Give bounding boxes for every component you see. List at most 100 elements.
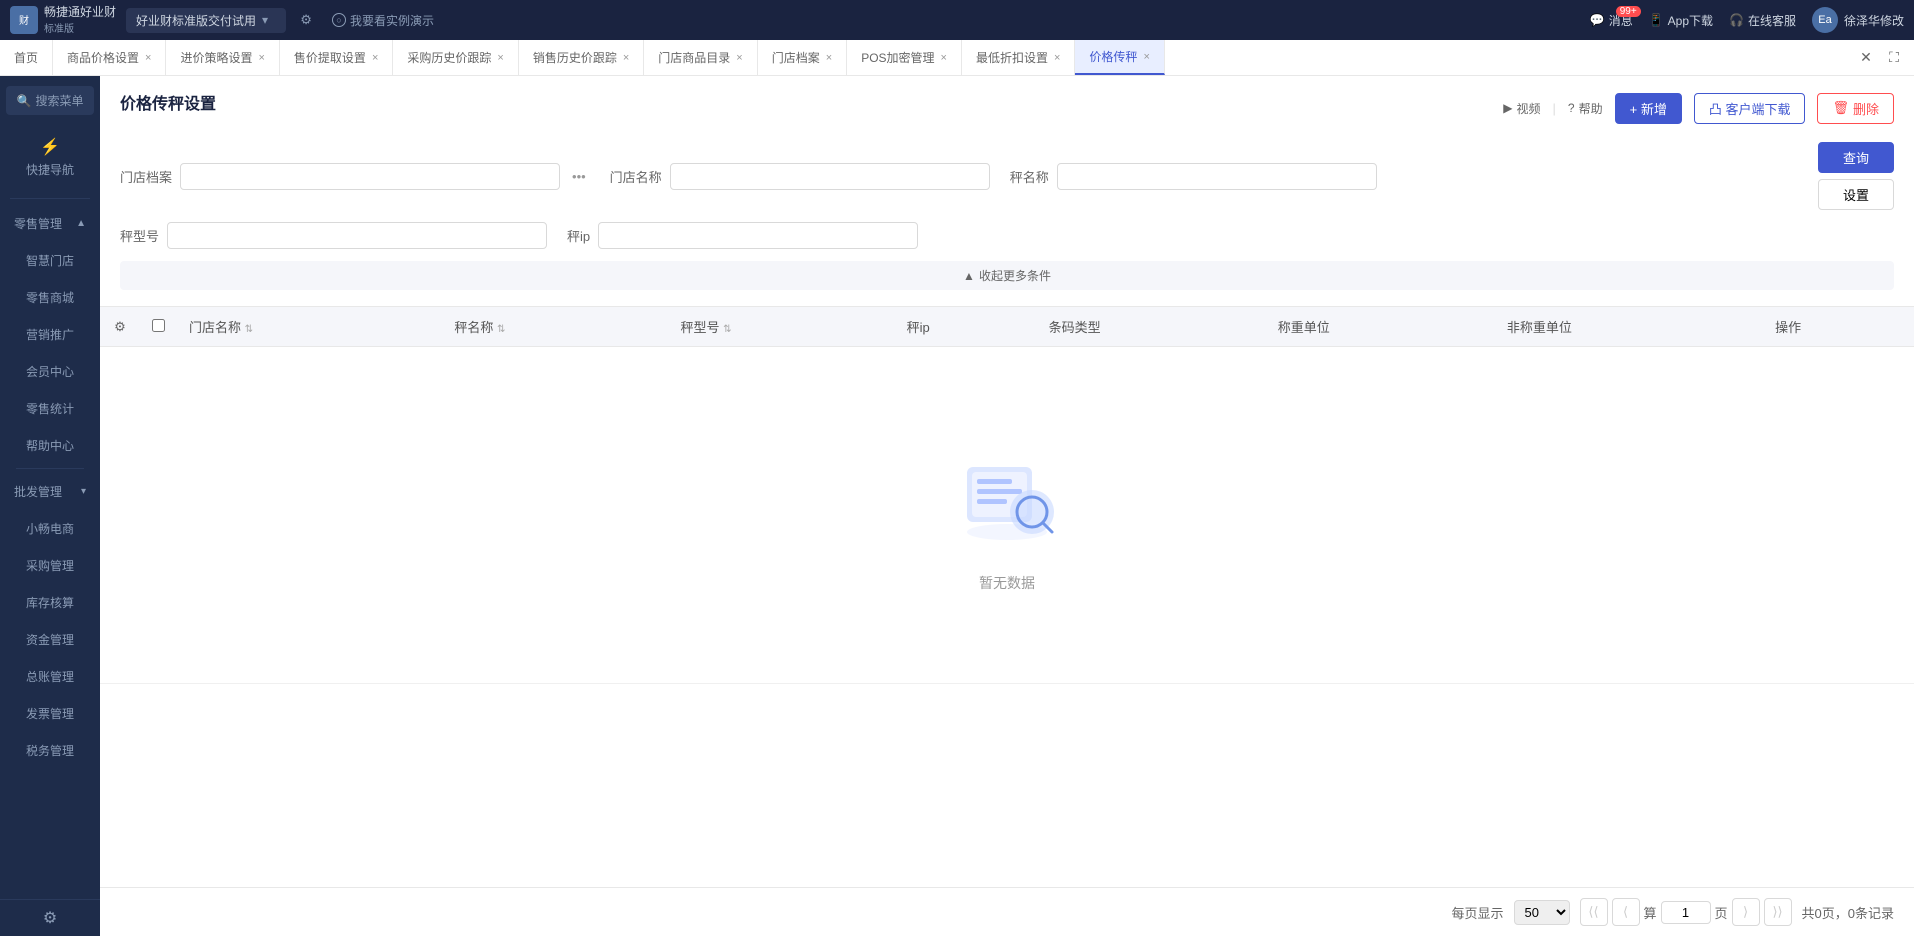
add-button[interactable]: + 新增: [1615, 93, 1682, 124]
tab-sales-history[interactable]: 销售历史价跟踪 ×: [519, 40, 644, 75]
page-nav: ⟨⟨ ⟨ 算 页 ⟩ ⟩⟩: [1580, 898, 1792, 926]
tab-store-catalog[interactable]: 门店商品目录 ×: [644, 40, 757, 75]
filter-scale-ip-input[interactable]: [598, 222, 918, 249]
sidebar-item-xiaochangec[interactable]: 小畅电商: [6, 510, 94, 547]
filter-scale-model-input[interactable]: [167, 222, 547, 249]
sidebar-item-member[interactable]: 会员中心: [6, 353, 94, 390]
filter-store-name-label: 门店名称: [610, 167, 662, 186]
tab-sales-history-close-icon[interactable]: ×: [623, 52, 629, 64]
column-settings-icon[interactable]: ⚙: [114, 319, 126, 334]
sidebar-item-help-label: 帮助中心: [26, 437, 74, 454]
total-text: 共0页，0条记录: [1802, 903, 1894, 922]
sidebar-item-help[interactable]: 帮助中心: [6, 427, 94, 464]
page-header-section: 价格传秤设置 ▶ 视频 | ? 帮助 + 新增 凸 客户端下载: [100, 76, 1914, 307]
page-prev-button[interactable]: ⟨: [1612, 898, 1640, 926]
online-service-button[interactable]: 🎧 在线客服: [1729, 12, 1796, 29]
tab-purchase-history-close-icon[interactable]: ×: [497, 52, 503, 64]
sort-icon[interactable]: ⇅: [723, 324, 731, 335]
main-layout: 🔍 搜索菜单 ⚡ 快捷导航 零售管理 ▲ 智慧门店 零售商城 营销推广: [0, 76, 1914, 936]
sidebar-item-finance[interactable]: 资金管理: [6, 621, 94, 658]
demo-button[interactable]: ○ 我要看实例演示: [332, 12, 434, 29]
filter-scale-name-input[interactable]: [1057, 163, 1377, 190]
delete-button[interactable]: 🗑 删除: [1817, 93, 1894, 124]
settings-action-button[interactable]: 设置: [1818, 179, 1894, 210]
logo-text-group: 畅捷通好业财 标准版: [44, 5, 116, 34]
sidebar-search-area: 🔍 搜索菜单: [0, 76, 100, 121]
sidebar-item-inventory-label: 库存核算: [26, 594, 74, 611]
sidebar-item-inventory[interactable]: 库存核算: [6, 584, 94, 621]
sidebar-item-smart-store[interactable]: 智慧门店: [6, 242, 94, 279]
tab-pos-encryption-close-icon[interactable]: ×: [941, 52, 947, 64]
filter-store-file-dots-icon[interactable]: •••: [568, 169, 590, 184]
tab-price-settings-close-icon[interactable]: ×: [145, 52, 151, 64]
sidebar-item-marketing[interactable]: 营销推广: [6, 316, 94, 353]
sidebar-item-invoice[interactable]: 发票管理: [6, 695, 94, 732]
tab-store-profile-close-icon[interactable]: ×: [826, 52, 832, 64]
sidebar-item-ecommerce[interactable]: 零售商城: [6, 279, 94, 316]
select-all-checkbox[interactable]: [152, 319, 165, 332]
message-icon: 💬: [1590, 13, 1605, 27]
sidebar-settings-icon[interactable]: ⚙: [43, 908, 57, 928]
page-last-button[interactable]: ⟩⟩: [1764, 898, 1792, 926]
filter-store-file-input[interactable]: [180, 163, 560, 190]
filter-scale-name-label: 秤名称: [1010, 167, 1049, 186]
search-menu-button[interactable]: 🔍 搜索菜单: [6, 86, 94, 115]
tab-sale-price[interactable]: 售价提取设置 ×: [280, 40, 393, 75]
tab-price-settings[interactable]: 商品价格设置 ×: [53, 40, 166, 75]
page-first-button[interactable]: ⟨⟨: [1580, 898, 1608, 926]
tab-price-scale-close-icon[interactable]: ×: [1143, 51, 1149, 63]
video-button[interactable]: ▶ 视频: [1503, 100, 1540, 117]
tab-cost-strategy-close-icon[interactable]: ×: [258, 52, 264, 64]
tab-store-profile[interactable]: 门店档案 ×: [758, 40, 847, 75]
table-header: ⚙ 门店名称 ⇅ 秤名称 ⇅ 秤型号 ⇅: [100, 307, 1914, 347]
empty-state-row: 暂无数据: [100, 347, 1914, 684]
sidebar-item-ledger[interactable]: 总账管理: [6, 658, 94, 695]
table-col-checkbox[interactable]: [140, 307, 177, 347]
user-area[interactable]: Ea 徐泽华修改: [1812, 7, 1904, 33]
query-button[interactable]: 查询: [1818, 142, 1894, 173]
app-download-button[interactable]: 📱 App下载: [1649, 12, 1713, 29]
tab-purchase-history[interactable]: 采购历史价跟踪 ×: [393, 40, 518, 75]
tab-expand-icon[interactable]: ⛶: [1882, 46, 1906, 70]
filter-store-name-input[interactable]: [670, 163, 990, 190]
sort-icon[interactable]: ⇅: [245, 324, 253, 335]
page-actions: ▶ 视频 | ? 帮助 + 新增 凸 客户端下载 🗑: [1503, 93, 1894, 124]
sidebar-divider-2: [16, 468, 84, 469]
sidebar-bottom: ⚙: [0, 899, 100, 936]
page-size-select[interactable]: 10 20 50 100: [1514, 900, 1570, 925]
sidebar-item-wholesale[interactable]: 批发管理 ▾: [6, 473, 94, 510]
filter-scale-model-label: 秤型号: [120, 226, 159, 245]
help-button[interactable]: ? 帮助: [1568, 100, 1603, 117]
table-col-weight-unit: 称重单位: [1266, 307, 1495, 347]
tab-pos-encryption[interactable]: POS加密管理 ×: [847, 40, 962, 75]
sort-icon[interactable]: ⇅: [497, 324, 505, 335]
demo-dot-icon: ○: [332, 13, 346, 27]
product-settings-icon[interactable]: ⚙: [292, 6, 320, 34]
download-button[interactable]: 凸 客户端下载: [1694, 93, 1806, 124]
tab-min-discount[interactable]: 最低折扣设置 ×: [962, 40, 1075, 75]
product-selector[interactable]: 好业财标准版交付试用 ▾: [126, 8, 286, 33]
table-col-settings[interactable]: ⚙: [100, 307, 140, 347]
tab-min-discount-close-icon[interactable]: ×: [1054, 52, 1060, 64]
page-input[interactable]: [1661, 901, 1711, 924]
tab-cost-strategy[interactable]: 进价策略设置 ×: [166, 40, 279, 75]
sidebar-item-wholesale-label: 批发管理: [14, 483, 62, 500]
tab-home[interactable]: 首页: [0, 40, 53, 75]
filter-store-file: 门店档案 •••: [120, 163, 590, 190]
message-button[interactable]: 💬 消息 99+: [1590, 12, 1633, 29]
tab-price-scale[interactable]: 价格传秤 ×: [1075, 40, 1164, 75]
tab-cost-strategy-label: 进价策略设置: [180, 49, 252, 66]
tab-store-catalog-close-icon[interactable]: ×: [736, 52, 742, 64]
page-next-button[interactable]: ⟩: [1732, 898, 1760, 926]
sidebar-item-retail-stats[interactable]: 零售统计: [6, 390, 94, 427]
sidebar-item-quick-nav[interactable]: ⚡ 快捷导航: [6, 129, 94, 186]
search-menu-label: 搜索菜单: [35, 92, 83, 109]
collapse-button[interactable]: ▲ 收起更多条件: [120, 261, 1894, 290]
sidebar-item-tax[interactable]: 税务管理: [6, 732, 94, 769]
tab-close-all-button[interactable]: ✕: [1854, 46, 1878, 70]
download-button-label: 凸 客户端下载: [1709, 99, 1791, 118]
sidebar-item-retail[interactable]: 零售管理 ▲: [6, 205, 94, 242]
tab-sale-price-close-icon[interactable]: ×: [372, 52, 378, 64]
sidebar-item-purchase[interactable]: 采购管理: [6, 547, 94, 584]
data-table: ⚙ 门店名称 ⇅ 秤名称 ⇅ 秤型号 ⇅: [100, 307, 1914, 684]
